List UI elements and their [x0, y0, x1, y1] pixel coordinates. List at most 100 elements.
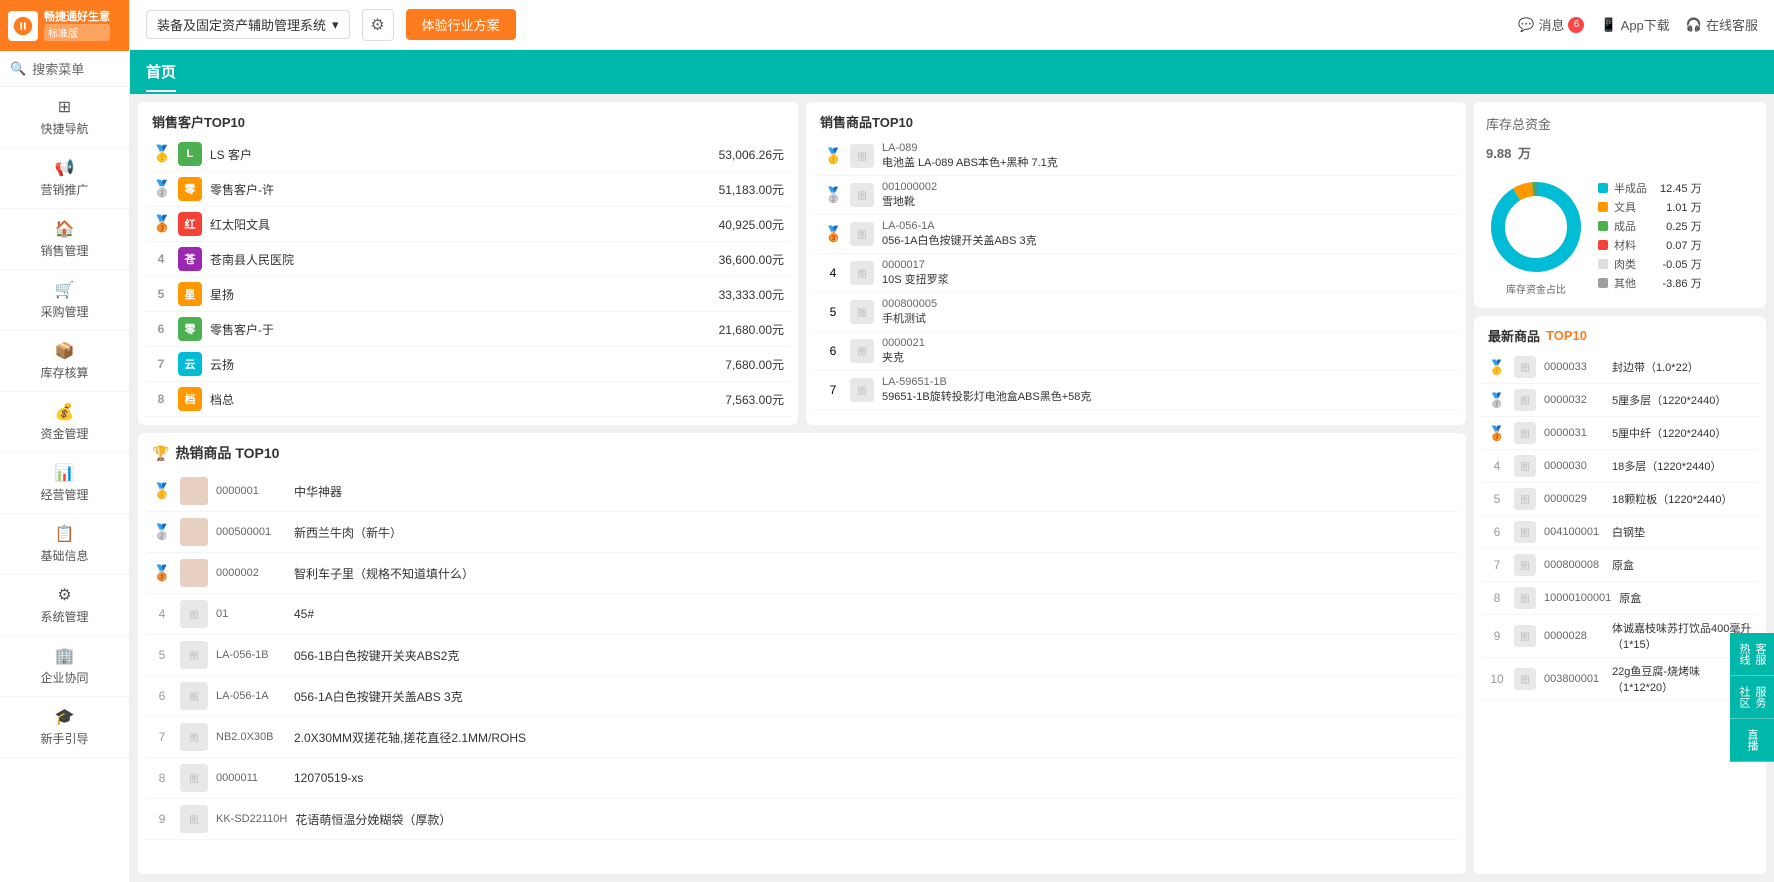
rank-avatar: 档	[178, 387, 202, 411]
product-thumb: 图	[850, 144, 874, 168]
settings-button[interactable]: ⚙	[362, 9, 394, 41]
newest-products-list: 🥇 图 0000033 封边带（1.0*22） 🥈 图 0000032 5厘多层…	[1474, 351, 1766, 874]
online-service-btn[interactable]: 🎧 在线客服	[1686, 15, 1758, 34]
product-rank-num: 5	[824, 305, 842, 319]
legend-item: 材料 0.07 万	[1598, 237, 1702, 253]
sidebar-item-purchase[interactable]: 🛒 采购管理	[0, 270, 129, 331]
newest-product-item: 🥇 图 0000033 封边带（1.0*22）	[1482, 351, 1758, 384]
hot-product-item: 🥉 0000002 智利车子里（规格不知道填什么）	[146, 553, 1458, 594]
newest-thumb: 图	[1514, 521, 1536, 543]
hot-rank-num: 9	[152, 812, 172, 826]
rank-number: 6	[152, 322, 170, 336]
rank-name: 星扬	[210, 286, 711, 303]
newest-product-item: 🥉 图 0000031 5厘中纤（1220*2440）	[1482, 417, 1758, 450]
donut-section: 库存资金占比 半成品 12.45 万 文具 1.01 万 成品 0.25 万 材…	[1486, 177, 1754, 296]
newest-thumb: 图	[1514, 625, 1536, 647]
inventory-legend: 半成品 12.45 万 文具 1.01 万 成品 0.25 万 材料 0.07 …	[1598, 180, 1702, 294]
inventory-card: 库存总资金 9.88 万	[1474, 102, 1766, 308]
newest-thumb: 图	[1514, 587, 1536, 609]
main-content: 销售客户TOP10 🥇 L LS 客户 53,006.26元 🥈 零 零售客户-…	[130, 94, 1774, 882]
newest-code: 0000031	[1544, 427, 1604, 439]
float-service-btn[interactable]: 客服热线	[1730, 633, 1774, 676]
product-code: 001000002	[882, 181, 1448, 193]
messages-btn[interactable]: 💬 消息 6	[1518, 15, 1584, 34]
hot-product-item: 7 图 NB2.0X30B 2.0X30MM双搓花轴,搓花直径2.1MM/ROH…	[146, 717, 1458, 758]
app-download-btn[interactable]: 📱 App下载	[1600, 15, 1669, 34]
product-rank-item: 5 图 000800005 手机测试	[814, 293, 1458, 332]
rank-avatar: 星	[178, 282, 202, 306]
legend-item: 肉类 -0.05 万	[1598, 256, 1702, 272]
product-info: LA-089 电池盖 LA-089 ABS本色+黑种 7.1克	[882, 142, 1448, 170]
sidebar-item-base[interactable]: 📋 基础信息	[0, 514, 129, 575]
operations-icon: 📊	[55, 463, 75, 483]
rank-item: 🥈 零 零售客户-许 51,183.00元	[146, 172, 790, 207]
search-label: 搜索菜单	[32, 59, 84, 78]
hot-name: 中华神器	[294, 483, 1452, 500]
newest-rank-num: 8	[1488, 591, 1506, 605]
rank-number: 5	[152, 287, 170, 301]
rank-item: 6 零 零售客户-于 21,680.00元	[146, 312, 790, 347]
legend-name: 其他	[1614, 275, 1654, 291]
newest-product-item: 9 图 0000028 体诚嘉枝味苏打饮品400毫升（1*15）	[1482, 615, 1758, 658]
newest-product-item: 10 图 003800001 22g鱼豆腐-烧烤味（1*12*20）	[1482, 658, 1758, 701]
legend-color	[1598, 259, 1608, 269]
shortcuts-icon: ⊞	[58, 97, 71, 117]
legend-item: 文具 1.01 万	[1598, 199, 1702, 215]
newest-code: 10000100001	[1544, 592, 1611, 604]
newest-products-card: 最新商品 TOP10 🥇 图 0000033 封边带（1.0*22） 🥈 图 0…	[1474, 316, 1766, 874]
newest-code: 0000032	[1544, 394, 1604, 406]
home-tab[interactable]: 首页	[146, 53, 176, 92]
hot-code: KK-SD22110H	[216, 813, 287, 825]
system-name: 装备及固定资产辅助管理系统	[157, 15, 326, 34]
newest-rank-num: 9	[1488, 629, 1506, 643]
sidebar-item-guide[interactable]: 🎓 新手引导	[0, 697, 129, 758]
sidebar-item-shortcuts[interactable]: ⊞ 快捷导航	[0, 87, 129, 148]
newest-name: 原盒	[1612, 557, 1752, 573]
product-rank-item: 🥉 图 LA-056-1A 056-1A白色按键开关盖ABS 3克	[814, 215, 1458, 254]
newest-rank-num: 10	[1488, 672, 1506, 686]
system-selector[interactable]: 装备及固定资产辅助管理系统 ▾	[146, 10, 350, 39]
newest-rank-num: 6	[1488, 525, 1506, 539]
product-info: LA-59651-1B 59651-1B旋转投影灯电池盒ABS黑色+58克	[882, 376, 1448, 404]
sidebar-item-marketing[interactable]: 📢 营销推广	[0, 148, 129, 209]
trial-button[interactable]: 体验行业方案	[406, 9, 516, 40]
sidebar-item-collab[interactable]: 🏢 企业协同	[0, 636, 129, 697]
float-live-btn[interactable]: 直播	[1730, 719, 1774, 762]
product-rank-item: 4 图 0000017 10S 变扭罗浆	[814, 254, 1458, 293]
main-area: 装备及固定资产辅助管理系统 ▾ ⚙ 体验行业方案 💬 消息 6 📱 App下载 …	[130, 0, 1774, 882]
online-service-label: 在线客服	[1706, 15, 1758, 34]
legend-color	[1598, 240, 1608, 250]
sidebar-logo: 畅捷通好生意 标准版	[0, 0, 129, 51]
product-ranking-card: 销售商品TOP10 🥇 图 LA-089 电池盖 LA-089 ABS本色+黑种…	[806, 102, 1466, 425]
sidebar-search-section[interactable]: 🔍 搜索菜单	[0, 51, 129, 87]
newest-code: 0000029	[1544, 493, 1604, 505]
content-area: 首页 销售客户TOP10 🥇 L LS 客户 53,006.26元	[130, 50, 1774, 882]
hot-code: 01	[216, 608, 286, 620]
chart-label: 库存资金占比	[1506, 281, 1566, 296]
legend-item: 成品 0.25 万	[1598, 218, 1702, 234]
legend-color	[1598, 183, 1608, 193]
hot-product-item: 6 图 LA-056-1A 056-1A白色按键开关盖ABS 3克	[146, 676, 1458, 717]
hot-name: 花语萌恒温分娩糊袋（厚款）	[295, 811, 1452, 828]
sidebar-item-finance[interactable]: 💰 资金管理	[0, 392, 129, 453]
search-menu-btn[interactable]: 🔍 搜索菜单	[10, 59, 119, 78]
float-community-btn[interactable]: 服务社区	[1730, 676, 1774, 719]
rank-name: 苍南县人民医院	[210, 251, 711, 268]
sidebar-item-system[interactable]: ⚙ 系统管理	[0, 575, 129, 636]
product-thumb: 图	[850, 378, 874, 402]
product-info: LA-056-1A 056-1A白色按键开关盖ABS 3克	[882, 220, 1448, 248]
sidebar-nav: ⊞ 快捷导航 📢 营销推广 🏠 销售管理 🛒 采购管理 📦 库存核算 💰 资金管…	[0, 87, 129, 882]
page-header: 首页	[130, 50, 1774, 94]
guide-label: 新手引导	[40, 730, 88, 747]
sidebar-item-inventory[interactable]: 📦 库存核算	[0, 331, 129, 392]
hot-products-section: 🏆 热销商品 TOP10 🥇 0000001 中华神器 🥈 000500001 …	[130, 433, 1474, 882]
product-name: 电池盖 LA-089 ABS本色+黑种 7.1克	[882, 154, 1448, 170]
sidebar-item-operations[interactable]: 📊 经营管理	[0, 453, 129, 514]
rank-name: 零售客户-许	[210, 181, 711, 198]
sidebar-item-sales[interactable]: 🏠 销售管理	[0, 209, 129, 270]
hot-name: 智利车子里（规格不知道填什么）	[294, 565, 1452, 582]
rank-number: 7	[152, 357, 170, 371]
newest-thumb: 图	[1514, 356, 1536, 378]
hot-name: 45#	[294, 607, 1452, 621]
rank-item: 8 档 档总 7,563.00元	[146, 382, 790, 417]
